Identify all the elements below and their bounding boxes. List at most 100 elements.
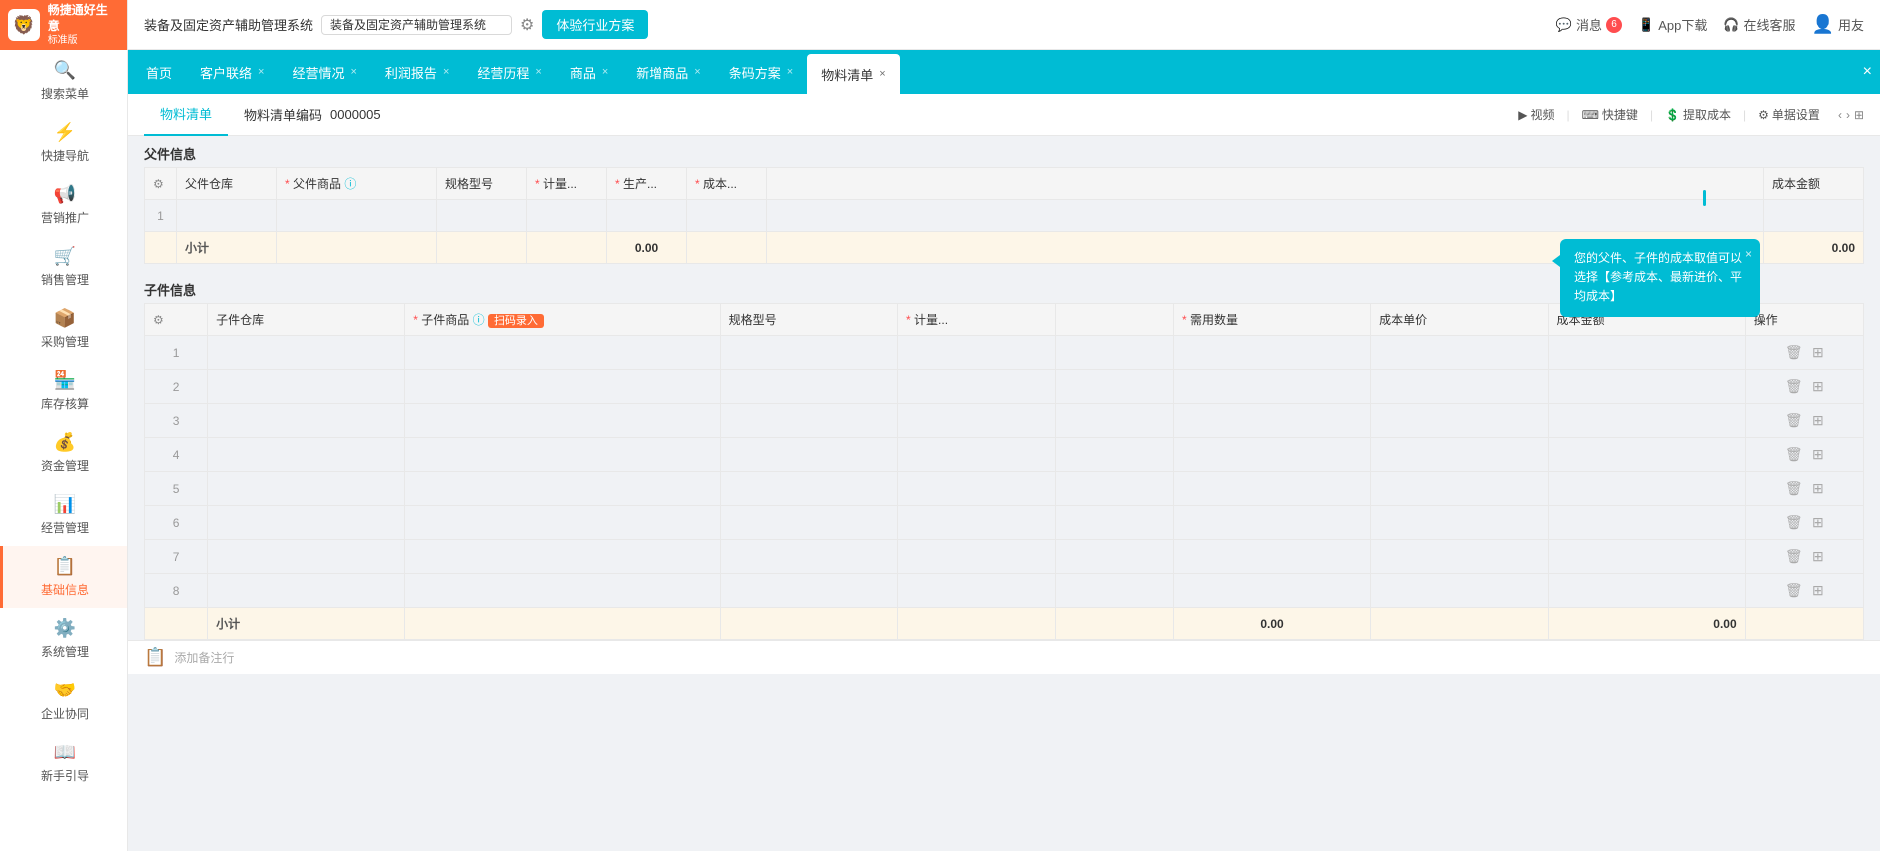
child-spec-6[interactable] — [720, 506, 897, 540]
action-shortcut[interactable]: ⌨ 快捷键 — [1582, 106, 1638, 123]
child-warehouse-3[interactable] — [208, 404, 405, 438]
parent-cost-1[interactable] — [687, 200, 767, 232]
child-needed-1[interactable] — [1173, 336, 1370, 370]
child-unit-6[interactable] — [898, 506, 1056, 540]
parent-col-settings[interactable]: ⚙ — [145, 168, 177, 200]
child-unit-cost-2[interactable] — [1371, 370, 1548, 404]
child-delete-5[interactable]: 🗑 — [1782, 478, 1806, 499]
child-spec-7[interactable] — [720, 540, 897, 574]
child-product-2[interactable] — [405, 370, 720, 404]
tab-barcode[interactable]: 条码方案 × — [715, 50, 807, 94]
child-needed-3[interactable] — [1173, 404, 1370, 438]
child-copy-7[interactable]: ⊞ — [1809, 546, 1827, 567]
child-needed-4[interactable] — [1173, 438, 1370, 472]
child-col-settings[interactable]: ⚙ — [145, 304, 208, 336]
child-needed-8[interactable] — [1173, 574, 1370, 608]
tab-barcode-close[interactable]: × — [787, 66, 793, 78]
child-spec-2[interactable] — [720, 370, 897, 404]
tab-profit-close[interactable]: × — [443, 66, 449, 78]
tab-home[interactable]: 首页 — [132, 50, 186, 94]
child-delete-8[interactable]: 🗑 — [1782, 580, 1806, 601]
child-spec-3[interactable] — [720, 404, 897, 438]
child-product-3[interactable] — [405, 404, 720, 438]
tab-goods-close[interactable]: × — [602, 66, 608, 78]
sidebar-item-marketing[interactable]: 📢 营销推广 — [0, 174, 127, 236]
child-product-1[interactable] — [405, 336, 720, 370]
tab-operations-close[interactable]: × — [350, 66, 356, 78]
tab-goods[interactable]: 商品 × — [556, 50, 622, 94]
action-extract-cost[interactable]: 💲 提取成本 — [1665, 106, 1731, 123]
child-warehouse-6[interactable] — [208, 506, 405, 540]
child-warehouse-8[interactable] — [208, 574, 405, 608]
parent-spec-1[interactable] — [437, 200, 527, 232]
gear-icon[interactable]: ⚙ — [520, 15, 534, 35]
child-unit-7[interactable] — [898, 540, 1056, 574]
sidebar-item-quick-nav[interactable]: ⚡ 快捷导航 — [0, 112, 127, 174]
tab-bom-close[interactable]: × — [879, 68, 885, 80]
child-spec-8[interactable] — [720, 574, 897, 608]
online-service-item[interactable]: 🎧 在线客服 — [1723, 15, 1795, 34]
tab-history[interactable]: 经营历程 × — [463, 50, 555, 94]
app-download-item[interactable]: 📱 App下载 — [1638, 15, 1707, 34]
child-product-6[interactable] — [405, 506, 720, 540]
child-warehouse-5[interactable] — [208, 472, 405, 506]
system-selector[interactable]: 装备及固定资产辅助管理系统 — [321, 15, 512, 35]
parent-product-1[interactable] — [277, 200, 437, 232]
child-spec-5[interactable] — [720, 472, 897, 506]
child-copy-1[interactable]: ⊞ — [1809, 342, 1827, 363]
sub-tab-bom-list[interactable]: 物料清单 — [144, 94, 228, 136]
action-single-settings[interactable]: ⚙ 单据设置 — [1758, 106, 1820, 123]
parent-warehouse-1[interactable] — [177, 200, 277, 232]
user-item[interactable]: 👤 用友 — [1812, 14, 1864, 35]
tab-profit[interactable]: 利润报告 × — [371, 50, 463, 94]
child-product-5[interactable] — [405, 472, 720, 506]
child-delete-6[interactable]: 🗑 — [1782, 512, 1806, 533]
tab-history-close[interactable]: × — [535, 66, 541, 78]
child-product-7[interactable] — [405, 540, 720, 574]
sidebar-item-sales[interactable]: 🛒 销售管理 — [0, 236, 127, 298]
child-warehouse-7[interactable] — [208, 540, 405, 574]
scan-badge[interactable]: 扫码录入 — [488, 314, 544, 328]
tab-new-goods-close[interactable]: × — [694, 66, 700, 78]
child-unit-8[interactable] — [898, 574, 1056, 608]
child-unit-cost-7[interactable] — [1371, 540, 1548, 574]
message-item[interactable]: 💬 消息 6 — [1556, 15, 1622, 34]
tooltip-close-btn[interactable]: × — [1745, 245, 1752, 264]
sidebar-item-system[interactable]: ⚙️ 系统管理 — [0, 608, 127, 670]
child-unit-cost-8[interactable] — [1371, 574, 1548, 608]
child-spec-1[interactable] — [720, 336, 897, 370]
child-needed-2[interactable] — [1173, 370, 1370, 404]
child-copy-3[interactable]: ⊞ — [1809, 410, 1827, 431]
child-unit-4[interactable] — [898, 438, 1056, 472]
child-delete-1[interactable]: 🗑 — [1782, 342, 1806, 363]
child-unit-cost-5[interactable] — [1371, 472, 1548, 506]
sidebar-item-inventory[interactable]: 🏪 库存核算 — [0, 360, 127, 422]
sidebar-item-finance[interactable]: 💰 资金管理 — [0, 422, 127, 484]
child-delete-2[interactable]: 🗑 — [1782, 376, 1806, 397]
prev-page-btn[interactable]: ‹ — [1838, 108, 1842, 122]
child-unit-5[interactable] — [898, 472, 1056, 506]
close-all-tabs[interactable]: × — [1855, 63, 1880, 81]
sidebar-item-operations[interactable]: 📊 经营管理 — [0, 484, 127, 546]
child-unit-1[interactable] — [898, 336, 1056, 370]
child-unit-cost-1[interactable] — [1371, 336, 1548, 370]
tab-customers-close[interactable]: × — [258, 66, 264, 78]
child-warehouse-2[interactable] — [208, 370, 405, 404]
child-spec-4[interactable] — [720, 438, 897, 472]
sidebar-item-search[interactable]: 🔍 搜索菜单 — [0, 50, 127, 112]
sidebar-item-guide[interactable]: 📖 新手引导 — [0, 732, 127, 794]
child-unit-cost-4[interactable] — [1371, 438, 1548, 472]
child-product-8[interactable] — [405, 574, 720, 608]
action-video[interactable]: ▶ 视频 — [1518, 106, 1554, 123]
expand-btn[interactable]: ⊞ — [1854, 108, 1864, 122]
child-copy-8[interactable]: ⊞ — [1809, 580, 1827, 601]
child-unit-cost-6[interactable] — [1371, 506, 1548, 540]
child-unit-cost-3[interactable] — [1371, 404, 1548, 438]
child-copy-5[interactable]: ⊞ — [1809, 478, 1827, 499]
add-row-icon[interactable]: 📋 — [144, 647, 166, 668]
child-copy-2[interactable]: ⊞ — [1809, 376, 1827, 397]
tab-operations[interactable]: 经营情况 × — [278, 50, 370, 94]
child-copy-4[interactable]: ⊞ — [1809, 444, 1827, 465]
sidebar-item-enterprise[interactable]: 🤝 企业协同 — [0, 670, 127, 732]
child-warehouse-4[interactable] — [208, 438, 405, 472]
